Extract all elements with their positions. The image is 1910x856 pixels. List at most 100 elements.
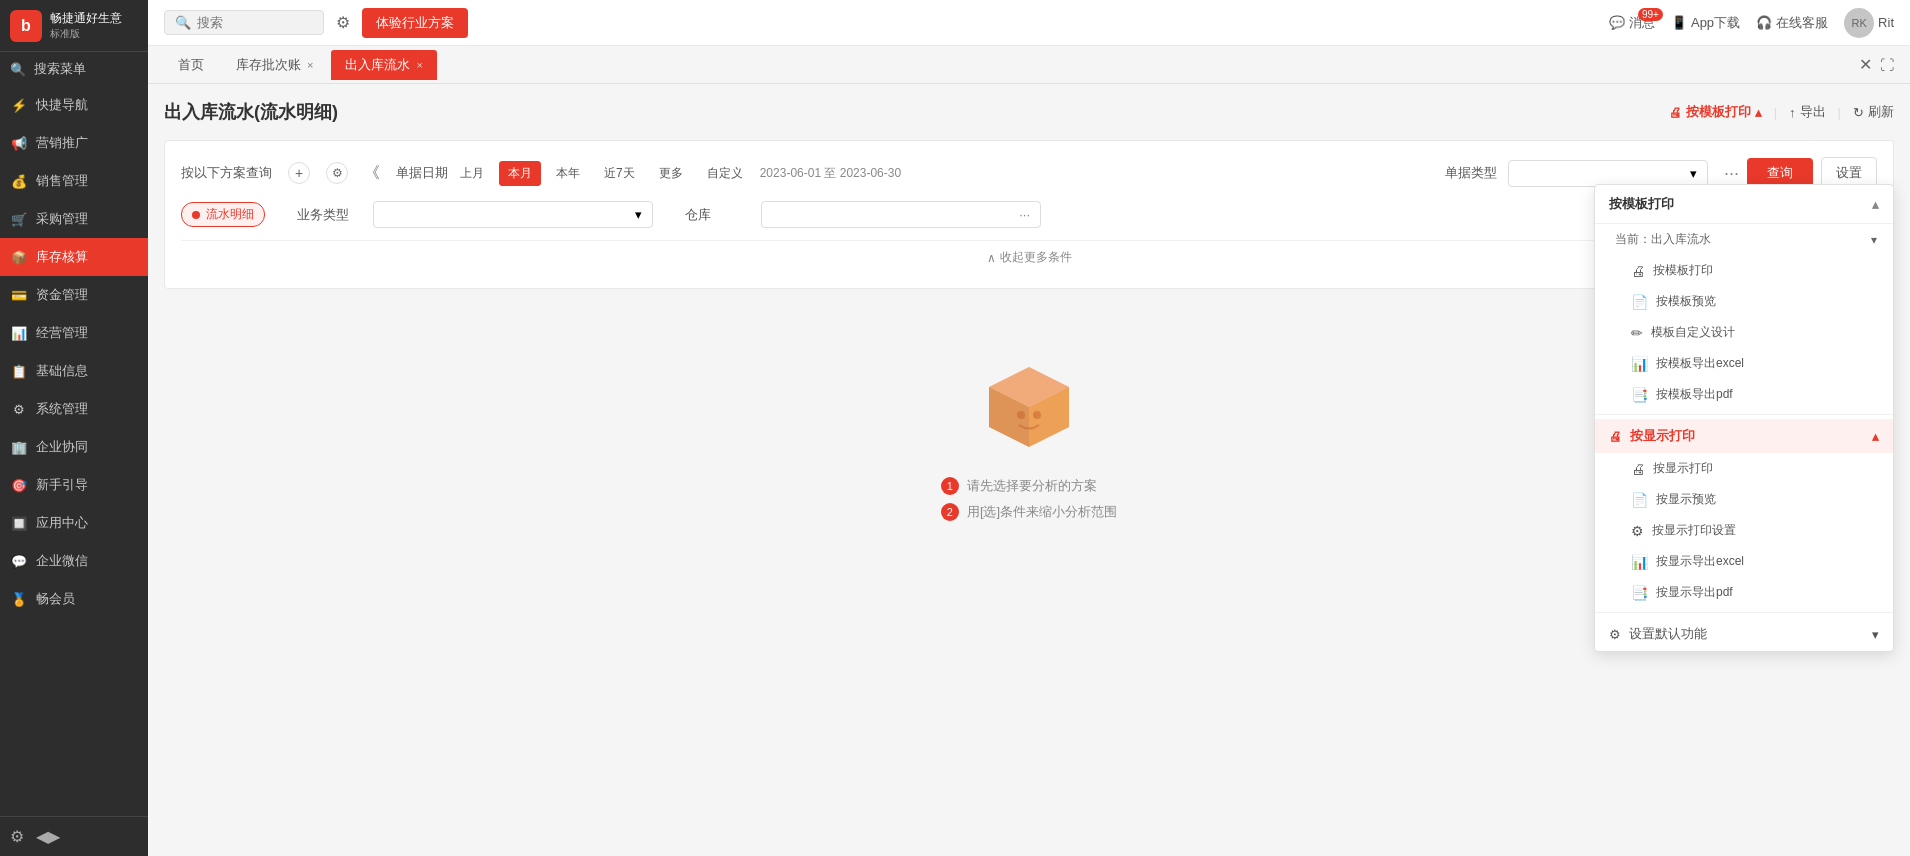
tip-text-1: 请先选择要分析的方案	[967, 477, 1097, 495]
date-custom-btn[interactable]: 自定义	[698, 161, 752, 186]
filter-add-btn[interactable]: +	[288, 162, 310, 184]
default-function-label: 设置默认功能	[1629, 625, 1707, 643]
user-profile-btn[interactable]: RK Rit	[1844, 8, 1894, 38]
tip-num-2: 2	[941, 503, 959, 521]
expand-tabs-btn[interactable]: ⛶	[1880, 57, 1894, 73]
dropdown-item-display-export-pdf[interactable]: 📑 按显示导出pdf	[1595, 577, 1893, 608]
dropdown-item-display-preview[interactable]: 📄 按显示预览	[1595, 484, 1893, 515]
enterprise-icon: 🏢	[10, 438, 28, 456]
export-btn[interactable]: ↑ 导出	[1789, 103, 1826, 121]
print-dropdown-panel: 按模板打印 ▴ 当前：出入库流水 ▾ 🖨 按模板打印 📄 按模板预览 ✏ 模板自…	[1594, 184, 1894, 652]
date-last-month-btn[interactable]: 上月	[451, 161, 493, 186]
empty-tip-2: 2 用[选]条件来缩小分析范围	[941, 503, 1117, 521]
dropdown-item-template-preview[interactable]: 📄 按模板预览	[1595, 286, 1893, 317]
sidebar-item-sales[interactable]: 💰 销售管理	[0, 162, 148, 200]
tab-batch-account-close[interactable]: ×	[307, 59, 313, 71]
sub-filter-label: 流水明细	[206, 206, 254, 223]
default-function-inner: ⚙ 设置默认功能	[1609, 625, 1707, 643]
sidebar-search-label: 搜索菜单	[34, 60, 86, 78]
topbar-search-input[interactable]	[197, 15, 313, 30]
warehouse-select[interactable]: ···	[761, 201, 1041, 228]
action-separator-2: |	[1838, 105, 1841, 120]
dropdown-close-chevron[interactable]: ▴	[1872, 197, 1879, 212]
template-export-excel-label: 按模板导出excel	[1656, 355, 1744, 372]
tab-inventory-flow-close[interactable]: ×	[416, 59, 422, 71]
current-text: 当前：出入库流水	[1615, 231, 1711, 248]
app-center-icon: 🔲	[10, 514, 28, 532]
tab-inventory-flow-label: 出入库流水	[345, 56, 410, 74]
display-section-header-inner: 🖨 按显示打印	[1609, 427, 1695, 445]
warehouse-more-icon: ···	[1019, 207, 1030, 222]
filter-settings-btn[interactable]: ⚙	[326, 162, 348, 184]
print-template-label: 按模板打印	[1686, 103, 1751, 121]
app-name: 畅捷通好生意	[50, 10, 122, 27]
date-current-year-btn[interactable]: 本年	[547, 161, 589, 186]
sidebar-item-label: 企业微信	[36, 552, 88, 570]
sidebar-item-label: 营销推广	[36, 134, 88, 152]
business-type-select[interactable]: ▾	[373, 201, 653, 228]
online-service-btn[interactable]: 🎧 在线客服	[1756, 14, 1828, 32]
sidebar-item-purchase[interactable]: 🛒 采购管理	[0, 200, 148, 238]
sidebar-item-operations[interactable]: 📊 经营管理	[0, 314, 148, 352]
tip-num-1: 1	[941, 477, 959, 495]
sidebar-item-quick-nav[interactable]: ⚡ 快捷导航	[0, 86, 148, 124]
industry-btn[interactable]: 体验行业方案	[362, 8, 468, 38]
sidebar-item-app-center[interactable]: 🔲 应用中心	[0, 504, 148, 542]
bill-type-chevron-down-icon: ▾	[1690, 166, 1697, 181]
dropdown-item-display-print-settings[interactable]: ⚙ 按显示打印设置	[1595, 515, 1893, 546]
sidebar-item-inventory[interactable]: 📦 库存核算	[0, 238, 148, 276]
sidebar-item-enterprise[interactable]: 🏢 企业协同	[0, 428, 148, 466]
sidebar-item-system[interactable]: ⚙ 系统管理	[0, 390, 148, 428]
sidebar-item-label: 应用中心	[36, 514, 88, 532]
date-more-btn[interactable]: 更多	[650, 161, 692, 186]
dropdown-item-display-print[interactable]: 🖨 按显示打印	[1595, 453, 1893, 484]
sidebar-item-finance[interactable]: 💳 资金管理	[0, 276, 148, 314]
date-current-month-btn[interactable]: 本月	[499, 161, 541, 186]
sidebar-item-guide[interactable]: 🎯 新手引导	[0, 466, 148, 504]
dropdown-default-function[interactable]: ⚙ 设置默认功能 ▾	[1595, 617, 1893, 651]
footer-expand-icon[interactable]: ◀▶	[36, 827, 60, 846]
date-last-7-days-btn[interactable]: 近7天	[595, 161, 644, 186]
dropdown-item-template-design[interactable]: ✏ 模板自定义设计	[1595, 317, 1893, 348]
business-type-chevron-icon: ▾	[635, 207, 642, 222]
filter-collapse-icon[interactable]: 《	[364, 163, 380, 184]
dropdown-item-display-export-excel[interactable]: 📊 按显示导出excel	[1595, 546, 1893, 577]
display-preview-icon: 📄	[1631, 492, 1648, 508]
date-range-text: 2023-06-01 至 2023-06-30	[760, 165, 901, 182]
sidebar-item-basic-info[interactable]: 📋 基础信息	[0, 352, 148, 390]
tab-home[interactable]: 首页	[164, 50, 218, 80]
dropdown-item-template-export-pdf[interactable]: 📑 按模板导出pdf	[1595, 379, 1893, 410]
sidebar-item-label: 销售管理	[36, 172, 88, 190]
basic-info-icon: 📋	[10, 362, 28, 380]
app-download-btn[interactable]: 📱 App下载	[1671, 14, 1740, 32]
print-template-btn[interactable]: 🖨 按模板打印 ▴	[1669, 103, 1762, 121]
dropdown-display-section-header[interactable]: 🖨 按显示打印 ▴	[1595, 419, 1893, 453]
member-icon: 🏅	[10, 590, 28, 608]
sidebar-search[interactable]: 🔍 搜索菜单	[0, 52, 148, 86]
sidebar-item-label: 库存核算	[36, 248, 88, 266]
sidebar-item-marketing[interactable]: 📢 营销推广	[0, 124, 148, 162]
dropdown-item-template-export-excel[interactable]: 📊 按模板导出excel	[1595, 348, 1893, 379]
notification-btn[interactable]: 💬 消息 99+	[1609, 14, 1655, 32]
sidebar-item-wechat[interactable]: 💬 企业微信	[0, 542, 148, 580]
notification-badge: 99+	[1638, 8, 1663, 21]
collapse-label: 收起更多条件	[1000, 249, 1072, 266]
bill-type-select[interactable]: ▾	[1508, 160, 1708, 187]
sidebar-item-member[interactable]: 🏅 畅会员	[0, 580, 148, 618]
template-preview-label: 按模板预览	[1656, 293, 1716, 310]
export-icon: ↑	[1789, 105, 1796, 120]
footer-settings-icon[interactable]: ⚙	[10, 827, 24, 846]
sub-filter-tag[interactable]: 流水明细	[181, 202, 265, 227]
topbar-search-box[interactable]: 🔍	[164, 10, 324, 35]
tab-batch-account[interactable]: 库存批次账 ×	[222, 50, 327, 80]
tab-inventory-flow[interactable]: 出入库流水 ×	[331, 50, 436, 80]
close-all-tabs-btn[interactable]: ✕	[1859, 55, 1872, 74]
more-actions-icon[interactable]: ···	[1724, 163, 1739, 184]
current-chevron-down[interactable]: ▾	[1871, 233, 1877, 247]
refresh-btn[interactable]: ↻ 刷新	[1853, 103, 1894, 121]
topbar-gear-icon[interactable]: ⚙	[336, 13, 350, 32]
action-separator-1: |	[1774, 105, 1777, 120]
page-header: 出入库流水(流水明细) 🖨 按模板打印 ▴ | ↑ 导出 | ↻ 刷新	[164, 100, 1894, 124]
print-chevron-up-icon: ▴	[1755, 105, 1762, 120]
dropdown-item-template-print[interactable]: 🖨 按模板打印	[1595, 255, 1893, 286]
